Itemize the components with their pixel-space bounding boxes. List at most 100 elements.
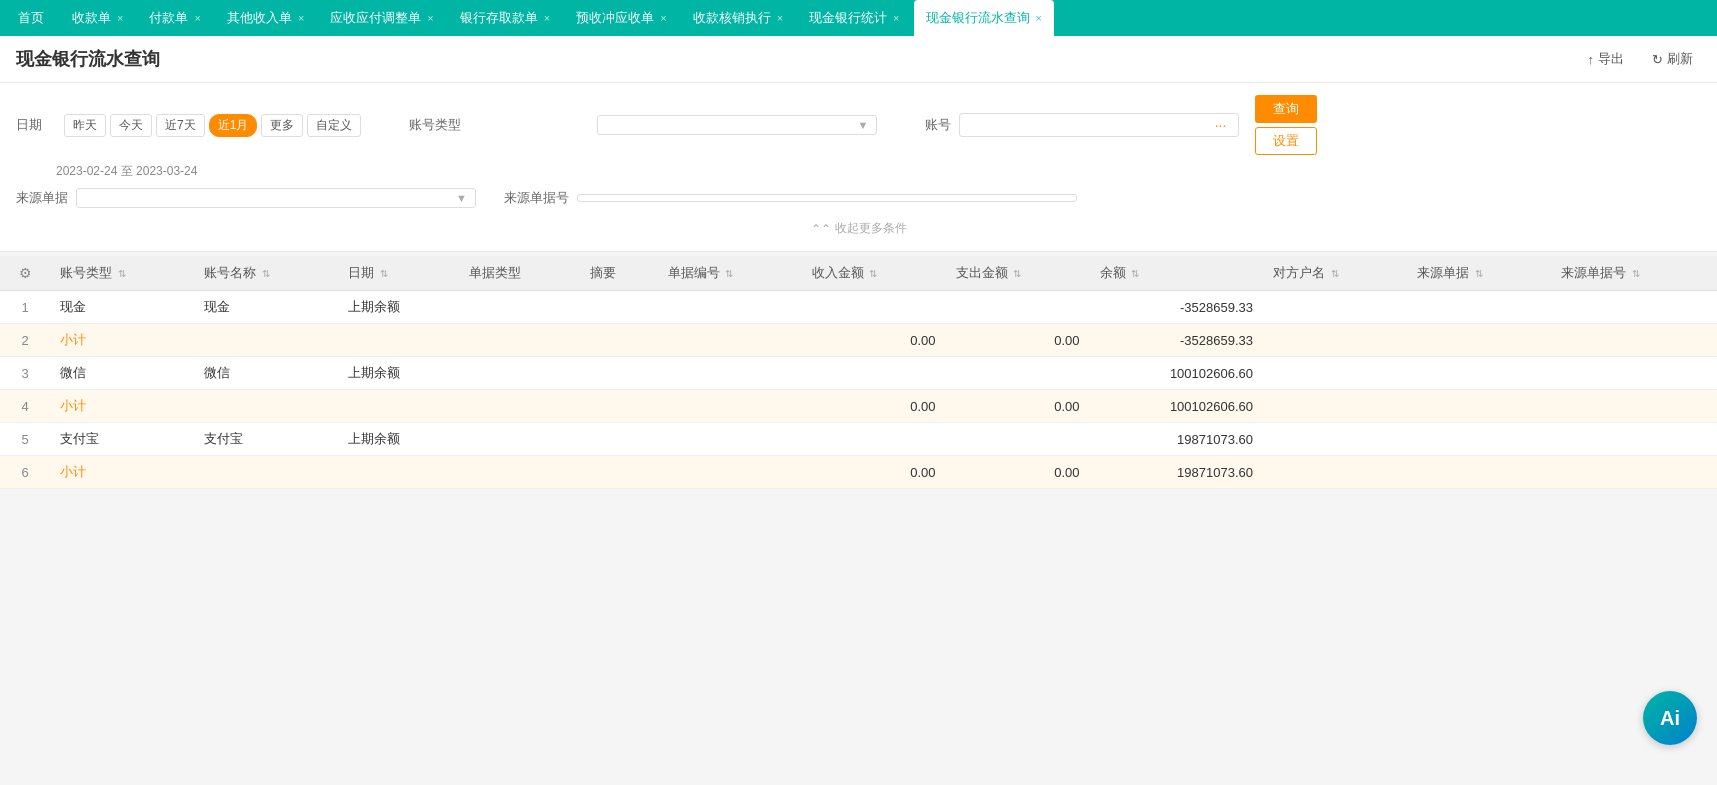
sort-balance-icon: ⇅	[1131, 268, 1139, 279]
col-summary[interactable]: 摘要	[580, 256, 657, 291]
close-tab-3[interactable]: ×	[427, 12, 433, 24]
table-cell	[459, 357, 580, 390]
export-button[interactable]: ↑ 导出	[1580, 46, 1633, 72]
table-cell: 微信	[50, 357, 194, 390]
close-tab-8[interactable]: ×	[1036, 12, 1042, 24]
nav-tab-6[interactable]: 收款核销执行 ×	[681, 0, 795, 36]
close-tab-1[interactable]: ×	[194, 12, 200, 24]
export-icon: ↑	[1588, 52, 1595, 67]
close-tab-0[interactable]: ×	[117, 12, 123, 24]
close-tab-2[interactable]: ×	[298, 12, 304, 24]
nav-tab-7[interactable]: 现金银行统计 ×	[797, 0, 911, 36]
date-btn-1month[interactable]: 近1月	[209, 114, 258, 137]
table-cell	[1263, 291, 1407, 324]
data-table: ⚙ 账号类型 ⇅ 账号名称 ⇅ 日期 ⇅ 单据类型 摘要	[0, 256, 1717, 489]
close-tab-5[interactable]: ×	[660, 12, 666, 24]
close-tab-4[interactable]: ×	[544, 12, 550, 24]
account-type-label: 账号类型	[409, 117, 461, 132]
table-cell: 19871073.60	[1090, 423, 1263, 456]
date-btn-custom[interactable]: 自定义	[307, 114, 361, 137]
table-cell: 现金	[50, 291, 194, 324]
col-source-doc-num[interactable]: 来源单据号 ⇅	[1551, 256, 1717, 291]
col-balance[interactable]: 余额 ⇅	[1090, 256, 1263, 291]
nav-tab-4[interactable]: 银行存取款单 ×	[448, 0, 562, 36]
table-row: 3微信微信上期余额100102606.60	[0, 357, 1717, 390]
col-settings[interactable]: ⚙	[0, 256, 50, 291]
table-cell: 支付宝	[194, 423, 338, 456]
date-btn-today[interactable]: 今天	[110, 114, 152, 137]
close-tab-7[interactable]: ×	[893, 12, 899, 24]
settings-gear-icon[interactable]: ⚙	[19, 265, 32, 281]
table-cell: 上期余额	[338, 291, 459, 324]
col-account-type[interactable]: 账号类型 ⇅	[50, 256, 194, 291]
table-cell	[802, 357, 946, 390]
sort-counterpart-icon: ⇅	[1331, 268, 1339, 279]
source-doc-num-label: 来源单据号	[504, 190, 569, 205]
nav-tab-3[interactable]: 应收应付调整单 ×	[318, 0, 445, 36]
table-cell	[194, 390, 338, 423]
table-cell: 0.00	[802, 324, 946, 357]
table-cell	[658, 423, 802, 456]
page-title: 现金银行流水查询	[16, 47, 160, 71]
filter-row-1: 日期 昨天 今天 近7天 近1月 更多 自定义 账号类型 ▼ 账号	[16, 95, 1701, 155]
table-cell: 100102606.60	[1090, 390, 1263, 423]
account-ellipsis-icon[interactable]: ···	[1211, 117, 1231, 133]
sort-source-doc-num-icon: ⇅	[1632, 268, 1640, 279]
source-doc-label: 来源单据	[16, 189, 68, 207]
date-btn-more[interactable]: 更多	[261, 114, 303, 137]
source-doc-chevron-icon: ▼	[456, 192, 467, 204]
date-btn-7days[interactable]: 近7天	[156, 114, 205, 137]
source-doc-num-input[interactable]	[577, 194, 1077, 202]
table-cell: 上期余额	[338, 423, 459, 456]
account-type-chevron-icon: ▼	[857, 119, 868, 131]
col-income[interactable]: 收入金额 ⇅	[802, 256, 946, 291]
settings-button[interactable]: 设置	[1255, 127, 1317, 155]
table-cell: 支付宝	[50, 423, 194, 456]
table-cell	[1263, 390, 1407, 423]
account-input[interactable]: ···	[959, 113, 1239, 137]
table-cell	[1407, 291, 1551, 324]
date-buttons: 昨天 今天 近7天 近1月 更多 自定义	[64, 114, 361, 137]
refresh-button[interactable]: ↻ 刷新	[1644, 46, 1701, 72]
nav-tab-0[interactable]: 收款单 ×	[60, 0, 135, 36]
table-cell	[194, 456, 338, 489]
table-cell	[580, 423, 657, 456]
table-cell	[658, 291, 802, 324]
col-account-name[interactable]: 账号名称 ⇅	[194, 256, 338, 291]
table-cell	[580, 324, 657, 357]
table-cell	[1263, 324, 1407, 357]
table-area: ⚙ 账号类型 ⇅ 账号名称 ⇅ 日期 ⇅ 单据类型 摘要	[0, 256, 1717, 489]
table-cell: -3528659.33	[1090, 324, 1263, 357]
nav-tab-5[interactable]: 预收冲应收单 ×	[564, 0, 678, 36]
table-cell	[658, 324, 802, 357]
nav-tab-1[interactable]: 付款单 ×	[137, 0, 212, 36]
table-cell	[194, 324, 338, 357]
table-cell: 现金	[194, 291, 338, 324]
col-doc-type[interactable]: 单据类型	[459, 256, 580, 291]
table-cell	[459, 324, 580, 357]
table-cell: 6	[0, 456, 50, 489]
query-button[interactable]: 查询	[1255, 95, 1317, 123]
col-doc-number[interactable]: 单据编号 ⇅	[658, 256, 802, 291]
date-btn-yesterday[interactable]: 昨天	[64, 114, 106, 137]
table-cell: 1	[0, 291, 50, 324]
table-cell	[338, 390, 459, 423]
table-cell	[1551, 357, 1717, 390]
refresh-icon: ↻	[1652, 52, 1663, 67]
nav-tab-2[interactable]: 其他收入单 ×	[215, 0, 316, 36]
table-row: 6小计0.000.0019871073.60	[0, 456, 1717, 489]
col-counterpart[interactable]: 对方户名 ⇅	[1263, 256, 1407, 291]
nav-tab-8[interactable]: 现金银行流水查询 ×	[914, 0, 1054, 36]
table-cell: 0.00	[946, 324, 1090, 357]
table-cell	[1551, 456, 1717, 489]
col-expense[interactable]: 支出金额 ⇅	[946, 256, 1090, 291]
table-cell: 0.00	[946, 456, 1090, 489]
table-row: 4小计0.000.00100102606.60	[0, 390, 1717, 423]
close-tab-6[interactable]: ×	[777, 12, 783, 24]
source-doc-select[interactable]: ▼	[76, 188, 476, 208]
account-type-select[interactable]: ▼	[597, 115, 877, 135]
nav-home[interactable]: 首页	[4, 0, 58, 36]
col-source-doc[interactable]: 来源单据 ⇅	[1407, 256, 1551, 291]
collapse-bar[interactable]: ⌃⌃ 收起更多条件	[16, 216, 1701, 239]
col-date[interactable]: 日期 ⇅	[338, 256, 459, 291]
